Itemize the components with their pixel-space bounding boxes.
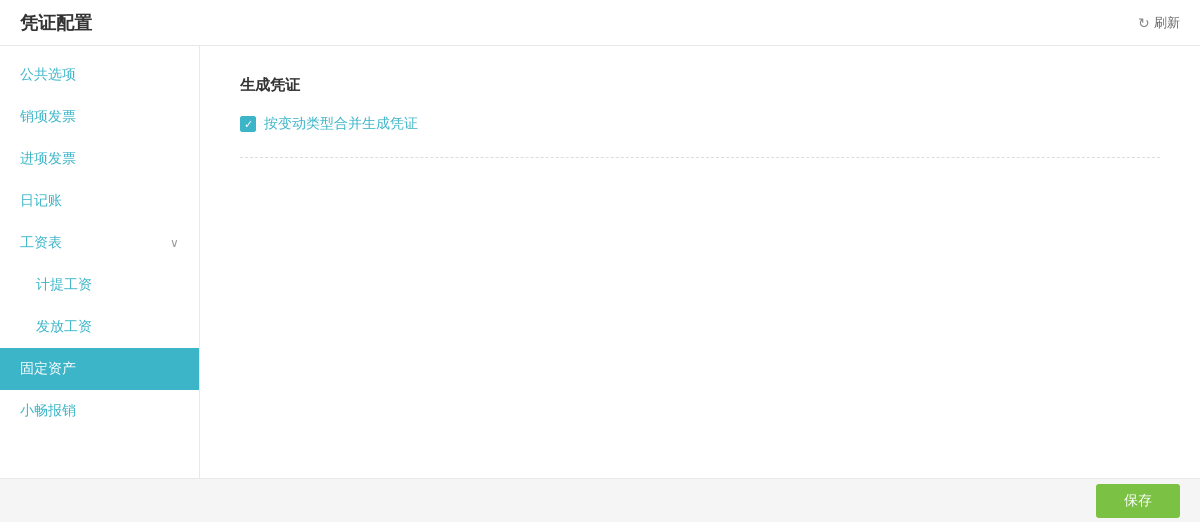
page-header: 凭证配置 ↻ 刷新 (0, 0, 1200, 46)
refresh-label: 刷新 (1154, 14, 1180, 32)
refresh-button[interactable]: ↻ 刷新 (1138, 14, 1180, 32)
sidebar-item-label: 固定资产 (20, 360, 76, 378)
sidebar-item-payroll-table[interactable]: 工资表 ∨ (0, 222, 199, 264)
sidebar: 公共选项 销项发票 进项发票 日记账 工资表 ∨ 计提工资 发放工资 固定资产 … (0, 46, 200, 478)
chevron-down-icon: ∨ (170, 236, 179, 250)
save-button[interactable]: 保存 (1096, 484, 1180, 518)
sidebar-item-journal[interactable]: 日记账 (0, 180, 199, 222)
sidebar-item-label: 计提工资 (36, 276, 92, 294)
sidebar-item-label: 销项发票 (20, 108, 76, 126)
sidebar-item-label: 发放工资 (36, 318, 92, 336)
sidebar-item-purchase-invoice[interactable]: 进项发票 (0, 138, 199, 180)
checkbox-label[interactable]: 按变动类型合并生成凭证 (264, 115, 418, 133)
checkmark-icon: ✓ (244, 119, 253, 130)
merge-by-type-checkbox[interactable]: ✓ (240, 116, 256, 132)
section-divider (240, 157, 1160, 158)
sidebar-item-petty-expense[interactable]: 小畅报销 (0, 390, 199, 432)
refresh-icon: ↻ (1138, 15, 1150, 31)
section-title: 生成凭证 (240, 76, 1160, 95)
sidebar-item-sales-invoice[interactable]: 销项发票 (0, 96, 199, 138)
sidebar-item-fixed-assets[interactable]: 固定资产 (0, 348, 199, 390)
sidebar-item-label: 日记账 (20, 192, 62, 210)
sidebar-item-pay-payroll[interactable]: 发放工资 (0, 306, 199, 348)
page-title: 凭证配置 (20, 11, 92, 35)
sidebar-item-calc-payroll[interactable]: 计提工资 (0, 264, 199, 306)
sidebar-item-label: 进项发票 (20, 150, 76, 168)
sidebar-item-public[interactable]: 公共选项 (0, 54, 199, 96)
sidebar-item-label: 公共选项 (20, 66, 76, 84)
sidebar-item-label: 工资表 (20, 234, 62, 252)
sidebar-item-label: 小畅报销 (20, 402, 76, 420)
checkbox-row: ✓ 按变动类型合并生成凭证 (240, 115, 1160, 133)
main-layout: 公共选项 销项发票 进项发票 日记账 工资表 ∨ 计提工资 发放工资 固定资产 … (0, 46, 1200, 478)
page-footer: 保存 (0, 478, 1200, 522)
main-content: 生成凭证 ✓ 按变动类型合并生成凭证 (200, 46, 1200, 478)
